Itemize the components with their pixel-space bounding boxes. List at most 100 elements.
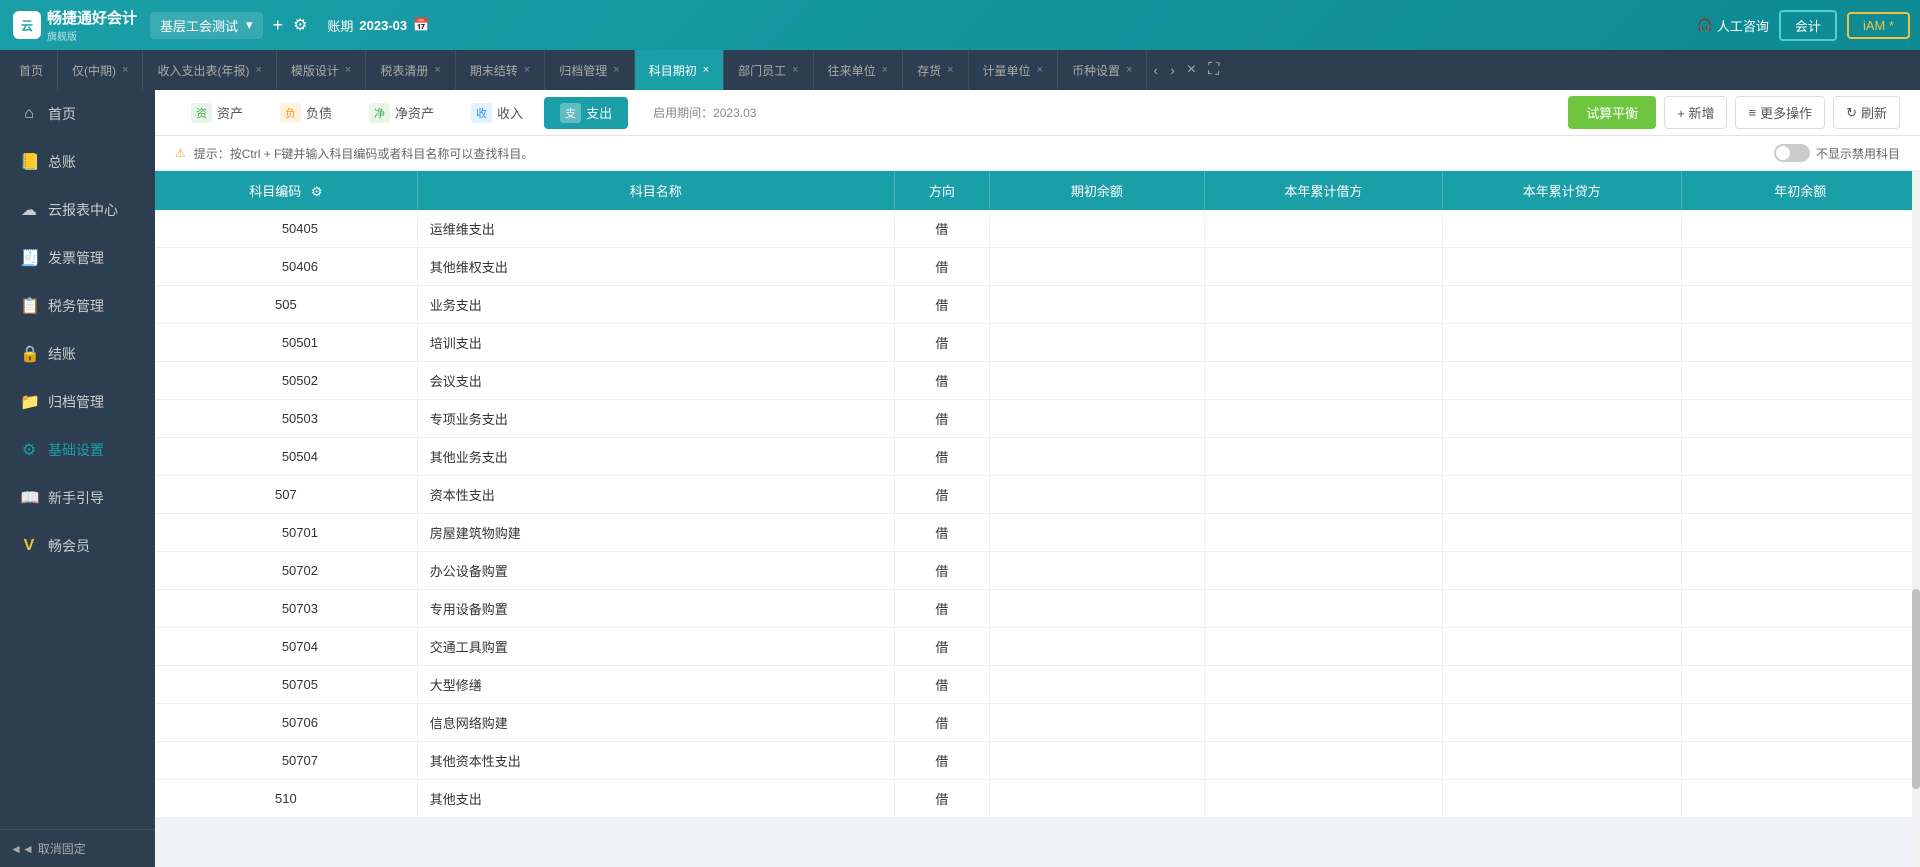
add-button[interactable]: + 新增 <box>1664 96 1727 129</box>
sidebar-item-invoice[interactable]: 🧾 发票管理 <box>0 234 155 282</box>
sidebar-item-vip[interactable]: V 畅会员 <box>0 522 155 570</box>
sub-tab-asset[interactable]: 资 资产 <box>175 97 259 129</box>
table-row[interactable]: 50502会议支出借 <box>155 362 1920 400</box>
tab-midterm[interactable]: 仅(中期) × <box>58 50 143 90</box>
table-row[interactable]: 50702办公设备购置借 <box>155 552 1920 590</box>
table-row[interactable]: 50503专项业务支出借 <box>155 400 1920 438</box>
company-selector[interactable]: 基层工会测试 ▾ <box>150 12 263 39</box>
pin-label: 取消固定 <box>38 840 86 857</box>
tab-label: 归档管理 <box>559 62 607 79</box>
cell-name: 其他支出 <box>417 780 894 818</box>
company-name: 基层工会测试 <box>160 16 238 35</box>
sidebar-item-archive[interactable]: 📁 归档管理 <box>0 378 155 426</box>
expand-icon[interactable]: ⛶ <box>1202 61 1225 79</box>
table-row[interactable]: 50705大型修缮借 <box>155 666 1920 704</box>
scrollbar-thumb[interactable] <box>1912 589 1920 789</box>
close-icon[interactable]: × <box>1037 64 1043 76</box>
table-row[interactable]: 50504其他业务支出借 <box>155 438 1920 476</box>
close-all-tabs-icon[interactable]: × <box>1181 61 1202 79</box>
close-icon[interactable]: × <box>122 64 128 76</box>
cell-name: 信息网络购建 <box>417 704 894 742</box>
refresh-button[interactable]: ↻ 刷新 <box>1833 96 1900 129</box>
table-row[interactable]: 50501培训支出借 <box>155 324 1920 362</box>
balance-button[interactable]: 试算平衡 <box>1568 96 1656 129</box>
account-button[interactable]: 会计 <box>1779 10 1837 41</box>
sub-tab-label: 资产 <box>217 103 243 122</box>
table-row[interactable]: 50707其他资本性支出借 <box>155 742 1920 780</box>
cell-year-initial <box>1681 666 1919 704</box>
table-row[interactable]: 50706信息网络购建借 <box>155 704 1920 742</box>
close-icon[interactable]: × <box>882 64 888 76</box>
table-row[interactable]: 50406其他维权支出借 <box>155 248 1920 286</box>
sidebar-item-home[interactable]: ⌂ 首页 <box>0 90 155 138</box>
sidebar-item-cloud-report[interactable]: ☁ 云报表中心 <box>0 186 155 234</box>
close-icon[interactable]: × <box>1126 64 1132 76</box>
close-icon[interactable]: × <box>255 64 261 76</box>
invoice-icon: 🧾 <box>20 248 38 268</box>
cell-code: 50503 <box>155 400 417 438</box>
sidebar-item-label: 归档管理 <box>48 392 104 412</box>
cell-ytd-credit <box>1443 780 1681 818</box>
table-row[interactable]: 50701房屋建筑物购建借 <box>155 514 1920 552</box>
sidebar-item-settings[interactable]: ⚙ 基础设置 <box>0 426 155 474</box>
tab-template[interactable]: 模版设计 × <box>277 50 366 90</box>
sidebar-item-guide[interactable]: 📖 新手引导 <box>0 474 155 522</box>
sub-tab-net-asset[interactable]: 净 净资产 <box>353 97 450 129</box>
cell-year-initial <box>1681 210 1919 248</box>
sidebar-item-tax[interactable]: 📋 税务管理 <box>0 282 155 330</box>
close-icon[interactable]: × <box>703 64 709 76</box>
tab-currency[interactable]: 币种设置 × <box>1058 50 1147 90</box>
cell-ytd-debit <box>1204 476 1442 514</box>
tab-department[interactable]: 部门员工 × <box>724 50 813 90</box>
sidebar-pin-toggle[interactable]: ◄◄ 取消固定 <box>0 829 155 867</box>
toggle-track[interactable] <box>1774 144 1810 162</box>
col-settings-icon[interactable]: ⚙ <box>311 184 323 199</box>
sub-tab-liability[interactable]: 负 负债 <box>264 97 348 129</box>
tab-unit[interactable]: 计量单位 × <box>969 50 1058 90</box>
tab-subject-initial[interactable]: 科目期初 × <box>635 50 724 90</box>
cell-ytd-credit <box>1443 628 1681 666</box>
tab-home[interactable]: 首页 <box>5 50 58 90</box>
tab-inventory[interactable]: 存货 × <box>903 50 968 90</box>
sub-tab-expense[interactable]: 支 支出 <box>544 97 628 129</box>
cell-name: 培训支出 <box>417 324 894 362</box>
period-value: 2023-03 <box>359 18 407 33</box>
col-ytd-debit: 本年累计借方 <box>1204 171 1442 210</box>
col-initial-balance: 期初余额 <box>990 171 1205 210</box>
tab-annual-report[interactable]: 收入支出表(年报) × <box>143 50 276 90</box>
settings-icon: ⚙ <box>20 440 38 460</box>
settings-icon[interactable]: ⚙ <box>293 15 307 35</box>
add-tab-icon[interactable]: + <box>273 15 284 36</box>
sub-tab-income[interactable]: 收 收入 <box>455 97 539 129</box>
tab-tax-table[interactable]: 税表清册 × <box>366 50 455 90</box>
sidebar-item-ledger[interactable]: 📒 总账 <box>0 138 155 186</box>
table-row[interactable]: 50405运维维支出借 <box>155 210 1920 248</box>
close-icon[interactable]: × <box>613 64 619 76</box>
cell-ytd-debit <box>1204 210 1442 248</box>
cell-year-initial <box>1681 742 1919 780</box>
table-row[interactable]: 510其他支出借 <box>155 780 1920 818</box>
cell-initial-balance <box>990 666 1205 704</box>
tab-next-icon[interactable]: › <box>1164 62 1181 78</box>
tab-prev-icon[interactable]: ‹ <box>1147 62 1164 78</box>
table-row[interactable]: 505业务支出借 <box>155 286 1920 324</box>
iam-button[interactable]: iAM * <box>1847 12 1910 39</box>
table-row[interactable]: 507资本性支出借 <box>155 476 1920 514</box>
close-icon[interactable]: × <box>345 64 351 76</box>
close-icon[interactable]: × <box>524 64 530 76</box>
tab-contacts[interactable]: 往来单位 × <box>814 50 903 90</box>
more-operations-button[interactable]: ≡ 更多操作 <box>1735 96 1825 129</box>
sidebar-item-checkout[interactable]: 🔒 结账 <box>0 330 155 378</box>
close-icon[interactable]: × <box>947 64 953 76</box>
disable-toggle[interactable]: 不显示禁用科目 <box>1774 144 1900 162</box>
scrollbar[interactable] <box>1912 171 1920 867</box>
table-row[interactable]: 50704交通工具购置借 <box>155 628 1920 666</box>
table-row[interactable]: 50703专用设备购置借 <box>155 590 1920 628</box>
close-icon[interactable]: × <box>434 64 440 76</box>
cell-year-initial <box>1681 552 1919 590</box>
tab-archive[interactable]: 归档管理 × <box>545 50 634 90</box>
help-button[interactable]: 🎧 人工咨询 <box>1697 16 1769 35</box>
tab-period-transfer[interactable]: 期末结转 × <box>456 50 545 90</box>
close-icon[interactable]: × <box>792 64 798 76</box>
calendar-icon[interactable]: 📅 <box>413 17 429 33</box>
